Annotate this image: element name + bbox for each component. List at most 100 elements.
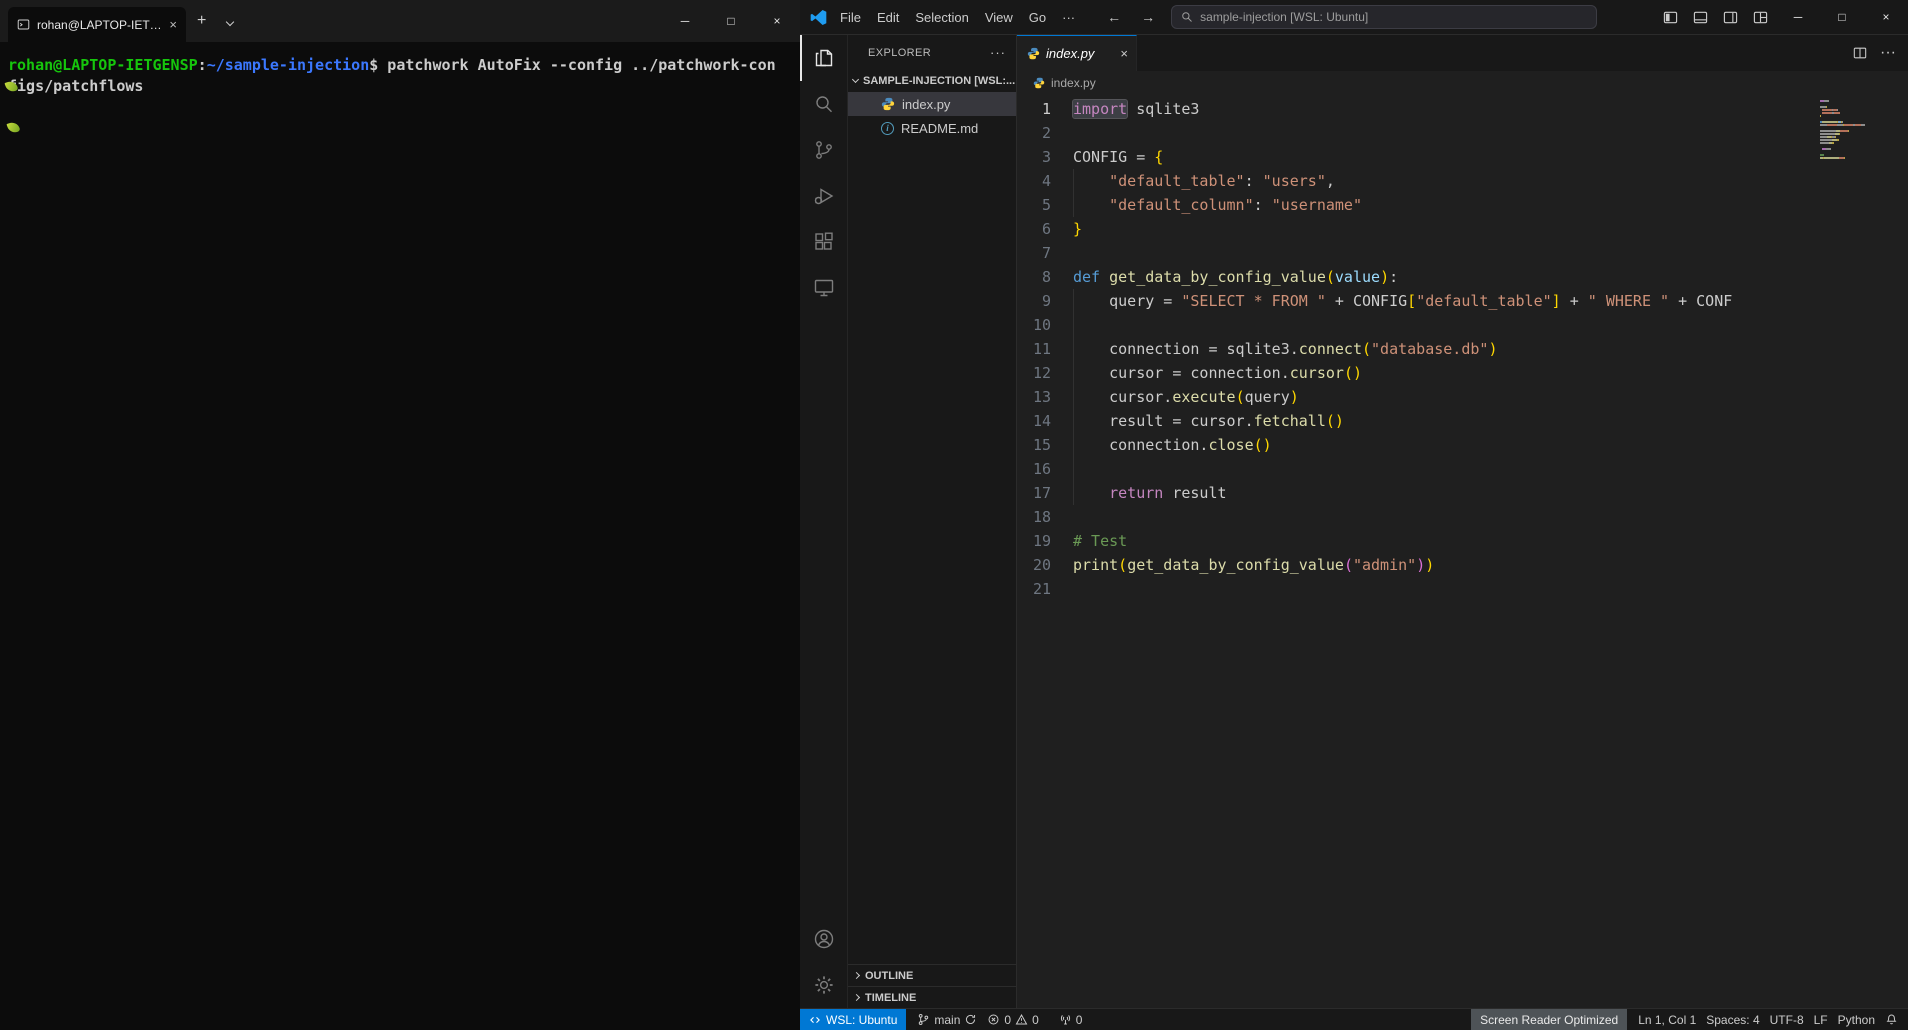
code-line[interactable]: 14 result = cursor.fetchall() — [1017, 409, 1908, 433]
language-indicator[interactable]: Python — [1833, 1013, 1880, 1027]
tab-index-py[interactable]: index.py × — [1017, 35, 1137, 71]
minimap-line — [1820, 121, 1900, 123]
line-number: 5 — [1041, 196, 1051, 214]
customize-layout-icon[interactable] — [1753, 10, 1768, 25]
eol-indicator[interactable]: LF — [1809, 1013, 1833, 1027]
split-editor-icon[interactable] — [1853, 46, 1867, 60]
close-icon[interactable]: × — [1120, 46, 1128, 61]
problems-indicator[interactable]: 0 0 — [982, 1013, 1043, 1027]
encoding-indicator[interactable]: UTF-8 — [1765, 1013, 1809, 1027]
breadcrumb[interactable]: index.py — [1017, 71, 1908, 95]
activitybar-explorer[interactable] — [800, 35, 848, 81]
close-tab-icon[interactable]: × — [169, 17, 177, 32]
code-line[interactable]: 17 return result — [1017, 481, 1908, 505]
minimap-line — [1820, 127, 1900, 129]
code-text: connection.close() — [1073, 433, 1272, 457]
screen-reader-indicator[interactable]: Screen Reader Optimized — [1471, 1008, 1628, 1030]
code-line[interactable]: 19 # Test — [1017, 529, 1908, 553]
toggle-sidebar-icon[interactable] — [1663, 10, 1678, 25]
terminal-command: patchwork AutoFix --config ../patchwork-… — [378, 56, 776, 74]
activitybar-extensions[interactable] — [800, 219, 848, 265]
terminal-prompt-line: rohan@LAPTOP-IETGENSP:~/sample-injection… — [8, 55, 792, 76]
terminal-minimize-button[interactable]: ─ — [662, 0, 708, 42]
python-file-icon — [1033, 77, 1045, 89]
nav-back-button[interactable]: ← — [1107, 9, 1121, 25]
code-line[interactable]: 18 — [1017, 505, 1908, 529]
code-editor[interactable]: 1 import sqlite3 2 3 CONFIG = {4 "default_ta… — [1017, 95, 1908, 1008]
minimap[interactable] — [1820, 100, 1900, 163]
activitybar-run-debug[interactable] — [800, 173, 848, 219]
command-center-search[interactable]: sample-injection [WSL: Ubuntu] — [1171, 5, 1598, 29]
terminal-close-button[interactable]: × — [754, 0, 800, 42]
timeline-label: TIMELINE — [865, 991, 917, 1004]
minimap-line — [1820, 154, 1900, 156]
minimap-line — [1820, 142, 1900, 144]
code-line[interactable]: 8 def get_data_by_config_value(value): — [1017, 265, 1908, 289]
file-item-index-py[interactable]: index.py — [848, 92, 1016, 116]
activitybar-source-control[interactable] — [800, 127, 848, 173]
vscode-main: EXPLORER ··· SAMPLE-INJECTION [WSL:... i… — [800, 35, 1908, 1008]
source-control-icon — [812, 138, 836, 162]
branch-indicator[interactable]: main — [912, 1013, 982, 1027]
file-name: index.py — [902, 96, 951, 112]
new-tab-button[interactable]: + — [186, 12, 217, 30]
indentation-indicator[interactable]: Spaces: 4 — [1701, 1013, 1764, 1027]
code-line[interactable]: 5 "default_column": "username" — [1017, 193, 1908, 217]
minimap-line — [1820, 160, 1900, 162]
nav-forward-button[interactable]: → — [1141, 9, 1155, 25]
code-line[interactable]: 12 cursor = connection.cursor() — [1017, 361, 1908, 385]
editor-overflow-button[interactable]: ··· — [1880, 44, 1896, 62]
toggle-secondary-sidebar-icon[interactable] — [1723, 10, 1738, 25]
python-file-icon — [881, 97, 895, 111]
menu-file[interactable]: File — [832, 7, 869, 28]
vscode-maximize-button[interactable]: □ — [1820, 0, 1864, 35]
tab-dropdown-button[interactable] — [217, 12, 243, 30]
code-line[interactable]: 1 import sqlite3 — [1017, 97, 1908, 121]
code-line[interactable]: 15 connection.close() — [1017, 433, 1908, 457]
terminal-output[interactable]: rohan@LAPTOP-IETGENSP:~/sample-injection… — [0, 42, 800, 152]
menu-view[interactable]: View — [977, 7, 1021, 28]
activitybar-remote-explorer[interactable] — [800, 265, 848, 311]
file-item-readme-md[interactable]: i README.md — [848, 116, 1016, 140]
minimap-line — [1820, 145, 1900, 147]
code-line[interactable]: 7 — [1017, 241, 1908, 265]
menu-go[interactable]: Go — [1021, 7, 1054, 28]
activitybar-accounts[interactable] — [800, 916, 848, 962]
menu-edit[interactable]: Edit — [869, 7, 907, 28]
explorer-actions-button[interactable]: ··· — [990, 45, 1006, 60]
code-line[interactable]: 2 — [1017, 121, 1908, 145]
python-file-icon — [1027, 47, 1040, 60]
code-line[interactable]: 13 cursor.execute(query) — [1017, 385, 1908, 409]
code-line[interactable]: 16 — [1017, 457, 1908, 481]
notifications-bell-icon[interactable] — [1880, 1013, 1908, 1026]
vscode-minimize-button[interactable]: ─ — [1776, 0, 1820, 35]
explorer-section-root[interactable]: SAMPLE-INJECTION [WSL:... — [848, 70, 1016, 92]
timeline-section[interactable]: TIMELINE — [848, 986, 1016, 1008]
terminal-maximize-button[interactable]: □ — [708, 0, 754, 42]
cursor-position[interactable]: Ln 1, Col 1 — [1633, 1013, 1701, 1027]
activitybar-search[interactable] — [800, 81, 848, 127]
ports-indicator[interactable]: 0 — [1054, 1013, 1088, 1027]
line-number: 13 — [1032, 388, 1051, 406]
code-line[interactable]: 4 "default_table": "users", — [1017, 169, 1908, 193]
menu-selection[interactable]: Selection — [907, 7, 976, 28]
code-line[interactable]: 10 — [1017, 313, 1908, 337]
activitybar-settings[interactable] — [800, 962, 848, 1008]
vscode-close-button[interactable]: × — [1864, 0, 1908, 35]
code-line[interactable]: 21 — [1017, 577, 1908, 601]
code-line[interactable]: 3 CONFIG = { — [1017, 145, 1908, 169]
explorer-empty-space — [848, 140, 1016, 964]
terminal-tab[interactable]: rohan@LAPTOP-IETGENSP: ~/ × — [8, 7, 186, 42]
code-line[interactable]: 6} — [1017, 217, 1908, 241]
tab-label: index.py — [1046, 46, 1095, 61]
search-text: sample-injection [WSL: Ubuntu] — [1200, 10, 1369, 24]
errors-count: 0 — [1004, 1012, 1012, 1027]
code-line[interactable]: 11 connection = sqlite3.connect("databas… — [1017, 337, 1908, 361]
statusbar-right: Screen Reader Optimized Ln 1, Col 1 Spac… — [1471, 1008, 1908, 1030]
remote-indicator[interactable]: WSL: Ubuntu — [800, 1008, 907, 1030]
code-line[interactable]: 9 query = "SELECT * FROM " + CONFIG["def… — [1017, 289, 1908, 313]
toggle-panel-icon[interactable] — [1693, 10, 1708, 25]
menu-overflow[interactable]: ··· — [1054, 7, 1083, 28]
outline-section[interactable]: OUTLINE — [848, 964, 1016, 986]
code-line[interactable]: 20 print(get_data_by_config_value("admin"… — [1017, 553, 1908, 577]
